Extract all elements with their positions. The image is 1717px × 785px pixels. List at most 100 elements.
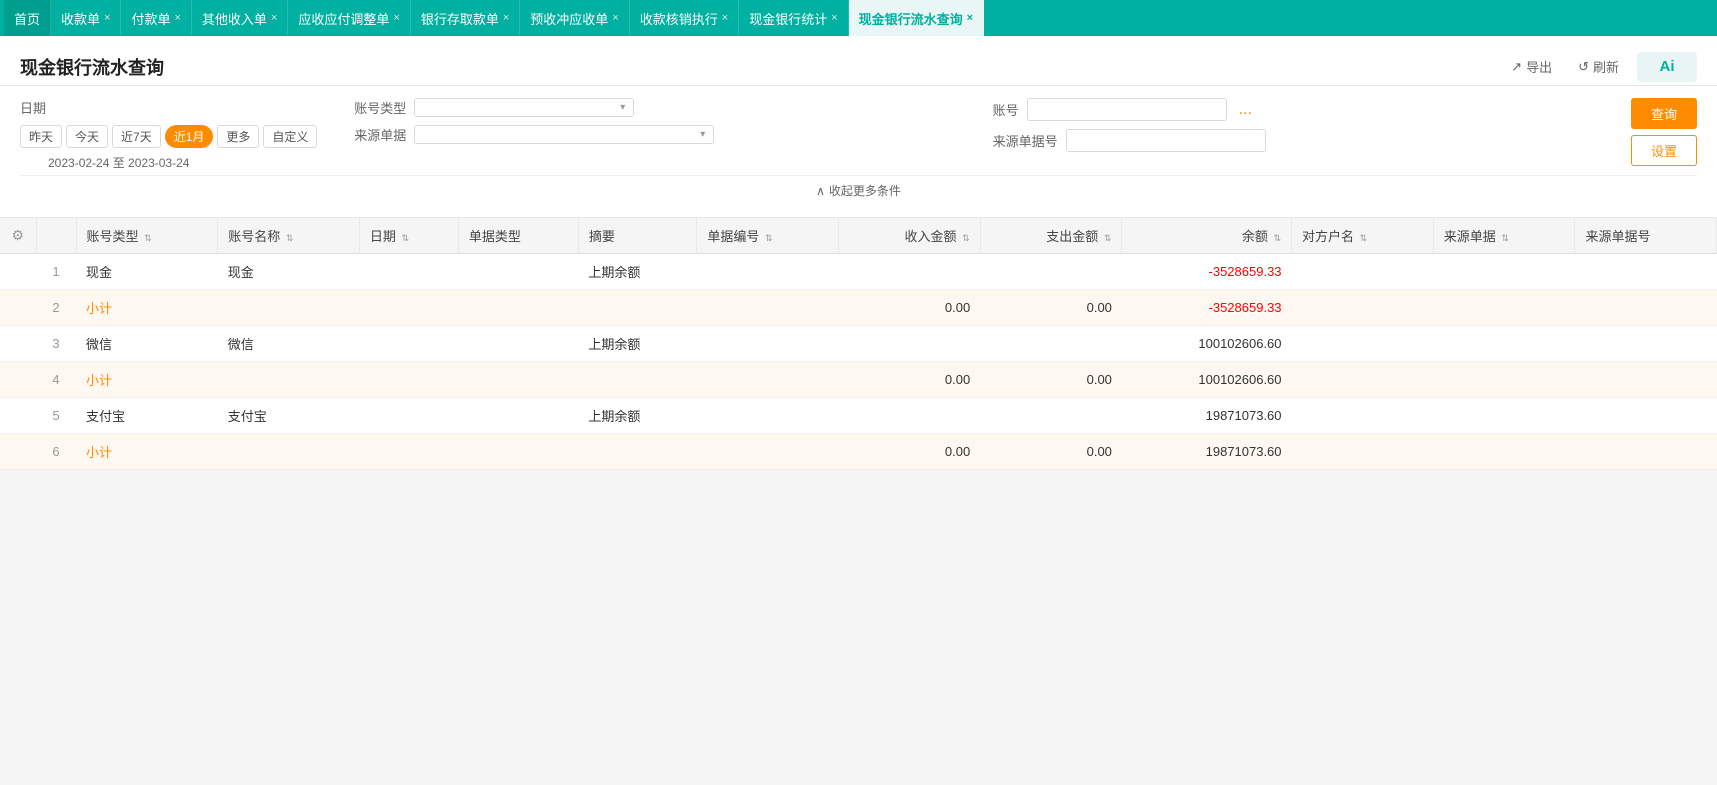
expense-sort-icon: ⇅: [1104, 233, 1112, 244]
nav-prepay-label: 预收冲应收单: [530, 9, 608, 28]
income-header[interactable]: 收入金额 ⇅: [839, 218, 981, 254]
row-gear: [0, 326, 36, 362]
nav-close-bank[interactable]: ×: [503, 12, 509, 24]
nav-close-receipt[interactable]: ×: [104, 12, 110, 24]
balance-header-label: 余额: [1242, 229, 1268, 244]
row-doc-type: [458, 254, 578, 290]
row-doc-no: [697, 362, 839, 398]
table-row: 4 小计 0.00 0.00 100102606.60: [0, 362, 1717, 398]
account-dots[interactable]: ...: [1235, 101, 1256, 119]
nav-close-cash-flow[interactable]: ×: [967, 12, 973, 24]
nav-close-writeoff[interactable]: ×: [722, 12, 728, 24]
account-name-header[interactable]: 账号名称 ⇅: [218, 218, 360, 254]
income-header-label: 收入金额: [905, 229, 957, 244]
row-source-doc: [1433, 362, 1575, 398]
nav-item-cash-flow[interactable]: 现金银行流水查询 ×: [849, 0, 984, 36]
counterparty-header[interactable]: 对方户名 ⇅: [1292, 218, 1434, 254]
refresh-label: 刷新: [1593, 57, 1619, 76]
row-balance: 19871073.60: [1122, 434, 1292, 470]
doc-type-header[interactable]: 单据类型: [458, 218, 578, 254]
source-doc-select[interactable]: ▾: [414, 125, 714, 144]
row-account-type: 小计: [76, 434, 218, 470]
nav-item-writeoff[interactable]: 收款核销执行 ×: [630, 0, 739, 36]
counterparty-sort-icon: ⇅: [1360, 233, 1368, 244]
summary-header[interactable]: 摘要: [578, 218, 696, 254]
row-source-doc: [1433, 326, 1575, 362]
account-type-select[interactable]: ▾: [414, 98, 634, 117]
nav-item-prepay-offset[interactable]: 预收冲应收单 ×: [520, 0, 629, 36]
row-summary: 上期余额: [578, 398, 696, 434]
nav-close-prepay[interactable]: ×: [612, 12, 618, 24]
collapse-label: 收起更多条件: [829, 182, 901, 199]
row-doc-no: [697, 254, 839, 290]
row-expense: 0.00: [980, 434, 1122, 470]
row-doc-type: [458, 290, 578, 326]
nav-close-ar-ap[interactable]: ×: [393, 12, 399, 24]
row-account-name: [218, 434, 360, 470]
nav-close-payment[interactable]: ×: [174, 12, 180, 24]
nav-item-bank-deposit[interactable]: 银行存取款单 ×: [411, 0, 520, 36]
row-seq: 6: [36, 434, 76, 470]
nav-writeoff-label: 收款核销执行: [640, 9, 718, 28]
nav-cash-stats-label: 现金银行统计: [749, 9, 827, 28]
row-source-doc-no: [1575, 434, 1717, 470]
expense-header[interactable]: 支出金额 ⇅: [980, 218, 1122, 254]
table-row: 6 小计 0.00 0.00 19871073.60: [0, 434, 1717, 470]
source-doc-header[interactable]: 来源单据 ⇅: [1433, 218, 1575, 254]
account-name-sort-icon: ⇅: [286, 233, 294, 244]
table-row: 2 小计 0.00 0.00 -3528659.33: [0, 290, 1717, 326]
row-expense: 0.00: [980, 362, 1122, 398]
date-btn-yesterday[interactable]: 昨天: [20, 125, 62, 148]
export-label: 导出: [1526, 57, 1552, 76]
settings-button[interactable]: 设置: [1631, 135, 1697, 166]
account-type-sort-icon: ⇅: [144, 233, 152, 244]
date-header[interactable]: 日期 ⇅: [359, 218, 458, 254]
nav-home-label: 首页: [14, 9, 40, 28]
account-input[interactable]: [1027, 98, 1227, 121]
row-source-doc: [1433, 254, 1575, 290]
row-expense: [980, 398, 1122, 434]
nav-item-other-income[interactable]: 其他收入单 ×: [192, 0, 288, 36]
table-row: 5 支付宝 支付宝 上期余额 19871073.60: [0, 398, 1717, 434]
settings-gear-icon[interactable]: ⚙: [11, 227, 24, 243]
nav-item-home[interactable]: 首页: [4, 0, 51, 36]
row-balance: 19871073.60: [1122, 398, 1292, 434]
query-button[interactable]: 查询: [1631, 98, 1697, 129]
date-btn-today[interactable]: 今天: [66, 125, 108, 148]
row-gear: [0, 362, 36, 398]
header-actions: ↗ 导出 ↺ 刷新 Ai: [1503, 52, 1697, 82]
row-seq: 3: [36, 326, 76, 362]
refresh-button[interactable]: ↺ 刷新: [1570, 52, 1627, 82]
nav-item-payment[interactable]: 付款单 ×: [121, 0, 191, 36]
nav-item-cash-stats[interactable]: 现金银行统计 ×: [739, 0, 848, 36]
nav-ar-ap-label: 应收应付调整单: [298, 9, 389, 28]
row-summary: [578, 434, 696, 470]
date-btn-custom[interactable]: 自定义: [263, 125, 317, 148]
row-doc-type: [458, 362, 578, 398]
row-date: [359, 254, 458, 290]
date-btn-7days[interactable]: 近7天: [112, 125, 161, 148]
account-type-header-label: 账号类型: [87, 229, 139, 244]
date-btn-1month[interactable]: 近1月: [165, 125, 214, 148]
date-btn-more[interactable]: 更多: [217, 125, 259, 148]
row-account-name: 微信: [218, 326, 360, 362]
nav-close-other-income[interactable]: ×: [271, 12, 277, 24]
balance-header[interactable]: 余额 ⇅: [1122, 218, 1292, 254]
row-account-type: 现金: [76, 254, 218, 290]
row-source-doc-no: [1575, 290, 1717, 326]
export-button[interactable]: ↗ 导出: [1503, 52, 1560, 82]
source-doc-no-header[interactable]: 来源单据号: [1575, 218, 1717, 254]
table-row: 3 微信 微信 上期余额 100102606.60: [0, 326, 1717, 362]
ai-button[interactable]: Ai: [1637, 52, 1697, 82]
row-expense: [980, 326, 1122, 362]
doc-no-header[interactable]: 单据编号 ⇅: [697, 218, 839, 254]
row-gear: [0, 254, 36, 290]
collapse-button[interactable]: ∧ 收起更多条件: [20, 175, 1697, 205]
row-date: [359, 398, 458, 434]
nav-close-cash-stats[interactable]: ×: [831, 12, 837, 24]
row-counterparty: [1292, 362, 1434, 398]
source-doc-no-input[interactable]: [1066, 129, 1266, 152]
nav-item-ar-ap-adjust[interactable]: 应收应付调整单 ×: [288, 0, 410, 36]
nav-item-receipt[interactable]: 收款单 ×: [51, 0, 121, 36]
account-type-header[interactable]: 账号类型 ⇅: [76, 218, 218, 254]
